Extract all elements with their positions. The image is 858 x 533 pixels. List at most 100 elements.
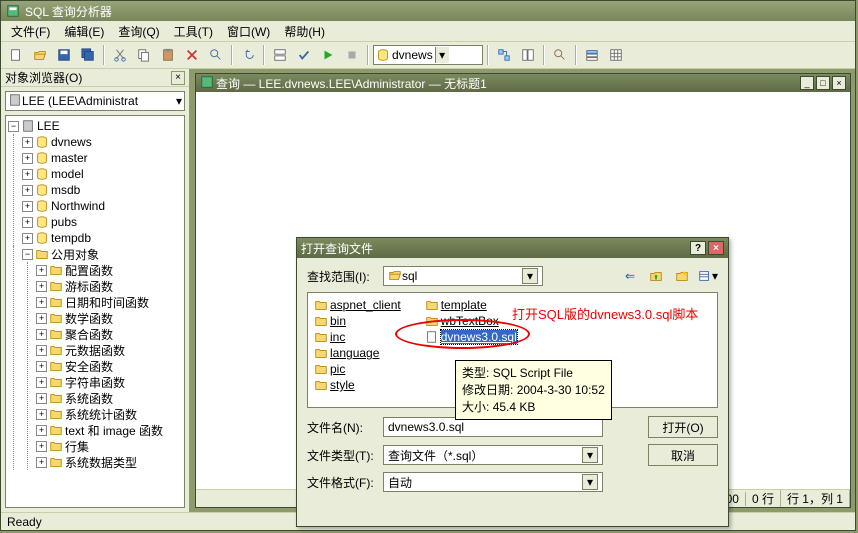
database-combo[interactable]: dvnews ▾ [373,45,483,65]
object-browser-icon[interactable] [517,44,539,66]
expand-icon[interactable]: + [22,169,33,180]
collapse-icon[interactable]: − [8,121,19,132]
show-results-icon[interactable] [581,44,603,66]
fileformat-combo[interactable]: 自动 ▾ [383,472,603,492]
tree-database[interactable]: +dvnews [22,134,182,150]
expand-icon[interactable]: + [36,409,47,420]
list-item[interactable]: pic [312,361,403,377]
expand-icon[interactable]: + [22,153,33,164]
new-icon[interactable] [5,44,27,66]
tree-database[interactable]: +Northwind [22,198,182,214]
results-grid-icon[interactable] [605,44,627,66]
menu-help[interactable]: 帮助(H) [278,21,331,42]
lookin-combo[interactable]: sql ▾ [383,266,543,286]
list-item[interactable]: bin [312,313,403,329]
list-item[interactable]: template [423,297,519,313]
tree-root[interactable]: − LEE [8,118,182,134]
parse-icon[interactable] [293,44,315,66]
list-item[interactable]: inc [312,329,403,345]
tree-common-objects[interactable]: − 公用对象 [22,246,182,262]
expand-icon[interactable]: + [22,233,33,244]
tree-folder[interactable]: +系统数据类型 [36,454,182,470]
menu-edit[interactable]: 编辑(E) [58,21,110,42]
menu-query[interactable]: 查询(Q) [112,21,165,42]
object-tree[interactable]: − LEE +dvnews+master+model+msdb+Northwin… [5,115,185,508]
expand-icon[interactable]: + [22,137,33,148]
expand-icon[interactable]: + [36,393,47,404]
copy-icon[interactable] [133,44,155,66]
estimate-plan-icon[interactable] [493,44,515,66]
close-icon[interactable]: × [832,76,846,90]
tree-folder[interactable]: +字符串函数 [36,374,182,390]
expand-icon[interactable]: + [36,297,47,308]
open-icon[interactable] [29,44,51,66]
close-icon[interactable]: × [171,71,185,85]
chevron-down-icon[interactable]: ▾ [435,47,449,63]
expand-icon[interactable]: + [36,457,47,468]
tree-folder[interactable]: +数学函数 [36,310,182,326]
list-item[interactable]: style [312,377,403,393]
server-combo[interactable]: LEE (LEE\Administrat ▾ [5,91,185,111]
undo-icon[interactable] [237,44,259,66]
tree-database[interactable]: +msdb [22,182,182,198]
expand-icon[interactable]: + [36,329,47,340]
expand-icon[interactable]: + [22,217,33,228]
menu-file[interactable]: 文件(F) [5,21,56,42]
tree-database[interactable]: +master [22,150,182,166]
chevron-down-icon[interactable]: ▾ [176,94,182,108]
expand-icon[interactable]: + [22,185,33,196]
back-icon[interactable]: ⇐ [620,266,640,286]
tree-database[interactable]: +model [22,166,182,182]
cut-icon[interactable] [109,44,131,66]
cancel-button[interactable]: 取消 [648,444,718,466]
tree-folder[interactable]: +系统函数 [36,390,182,406]
expand-icon[interactable]: + [36,441,47,452]
tree-folder[interactable]: +行集 [36,438,182,454]
tree-folder[interactable]: +元数据函数 [36,342,182,358]
save-all-icon[interactable] [77,44,99,66]
save-icon[interactable] [53,44,75,66]
list-item[interactable]: aspnet_client [312,297,403,313]
list-item[interactable]: language [312,345,403,361]
expand-icon[interactable]: + [36,281,47,292]
chevron-down-icon[interactable]: ▾ [522,268,538,284]
expand-icon[interactable]: + [22,201,33,212]
open-button[interactable]: 打开(O) [648,416,718,438]
expand-icon[interactable]: + [36,425,47,436]
filetype-combo[interactable]: 查询文件（*.sql） ▾ [383,445,603,465]
collapse-icon[interactable]: − [22,249,33,260]
find-icon[interactable] [205,44,227,66]
annotation-oval [395,319,530,349]
tree-database[interactable]: +pubs [22,214,182,230]
tree-folder[interactable]: +游标函数 [36,278,182,294]
paste-icon[interactable] [157,44,179,66]
menu-window[interactable]: 窗口(W) [221,21,276,42]
expand-icon[interactable]: + [36,361,47,372]
clear-icon[interactable] [181,44,203,66]
tree-folder[interactable]: +配置函数 [36,262,182,278]
expand-icon[interactable]: + [36,377,47,388]
execute-mode-icon[interactable] [269,44,291,66]
view-menu-icon[interactable]: ▾ [698,266,718,286]
close-icon[interactable]: × [708,241,724,255]
chevron-down-icon[interactable]: ▾ [582,474,598,490]
expand-icon[interactable]: + [36,265,47,276]
tree-folder[interactable]: +text 和 image 函数 [36,422,182,438]
expand-icon[interactable]: + [36,313,47,324]
up-folder-icon[interactable] [646,266,666,286]
new-folder-icon[interactable] [672,266,692,286]
maximize-icon[interactable]: □ [816,76,830,90]
tree-folder[interactable]: +聚合函数 [36,326,182,342]
expand-icon[interactable]: + [36,345,47,356]
minimize-icon[interactable]: _ [800,76,814,90]
tree-folder[interactable]: +安全函数 [36,358,182,374]
tree-folder[interactable]: +系统统计函数 [36,406,182,422]
stop-icon[interactable] [341,44,363,66]
menu-tools[interactable]: 工具(T) [168,21,219,42]
tree-database[interactable]: +tempdb [22,230,182,246]
object-search-icon[interactable] [549,44,571,66]
execute-icon[interactable] [317,44,339,66]
tree-folder[interactable]: +日期和时间函数 [36,294,182,310]
help-icon[interactable]: ? [690,241,706,255]
chevron-down-icon[interactable]: ▾ [582,447,598,463]
